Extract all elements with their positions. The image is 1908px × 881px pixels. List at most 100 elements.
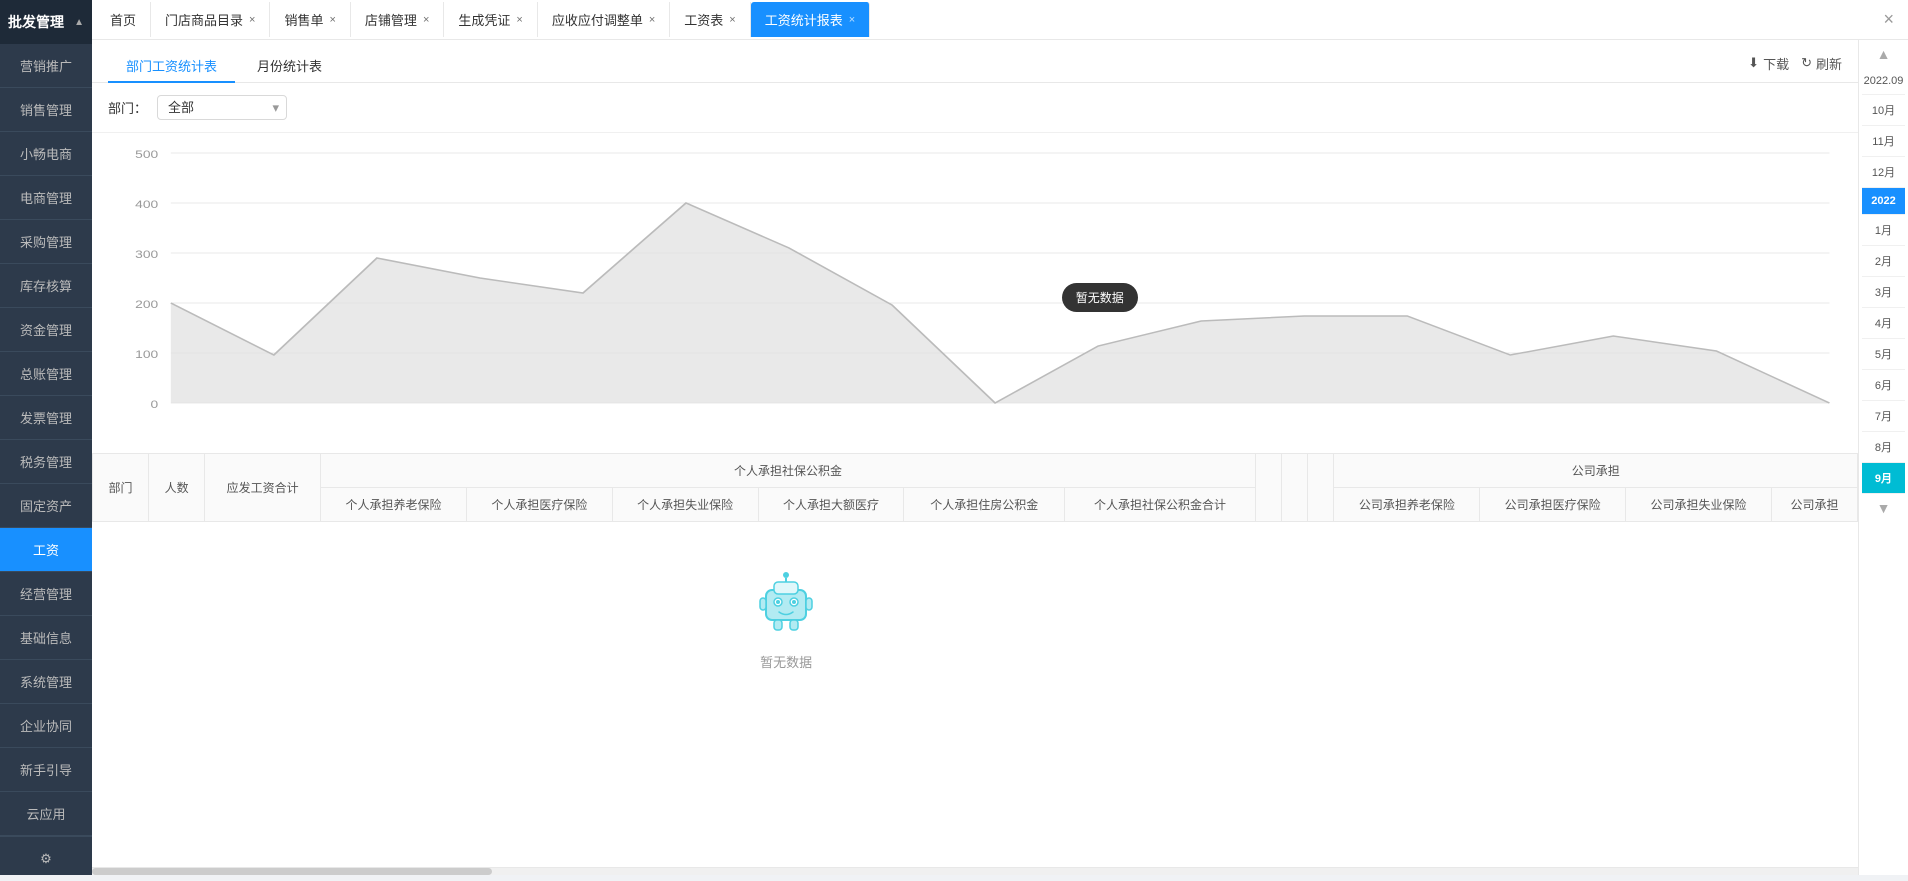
no-data-icon: [746, 562, 826, 642]
tab-生成凭证[interactable]: 生成凭证×: [444, 2, 537, 37]
timeline-item-7月[interactable]: 7月: [1862, 401, 1906, 432]
sidebar-item-小畅电商[interactable]: 小畅电商: [0, 132, 92, 176]
timeline-item-12月[interactable]: 12月: [1862, 157, 1906, 188]
tab-工资统计报表[interactable]: 工资统计报表×: [751, 2, 870, 37]
col-extra3: [1308, 454, 1334, 522]
horizontal-scrollbar[interactable]: [92, 867, 1858, 875]
sidebar-item-税务管理[interactable]: 税务管理: [0, 440, 92, 484]
col-group-personal: 个人承担社保公积金: [321, 454, 1256, 488]
tab-close-销售单[interactable]: ×: [329, 14, 335, 26]
col-dept: 部门: [93, 454, 149, 522]
sidebar-item-基础信息[interactable]: 基础信息: [0, 616, 92, 660]
sidebar-item-云应用[interactable]: 云应用: [0, 792, 92, 836]
tab-销售单[interactable]: 销售单×: [270, 2, 350, 37]
sidebar-item-系统管理[interactable]: 系统管理: [0, 660, 92, 704]
timeline-item-2月[interactable]: 2月: [1862, 246, 1906, 277]
dept-select[interactable]: 全部: [157, 95, 287, 120]
tab-店铺管理[interactable]: 店铺管理×: [351, 2, 444, 37]
svg-text:100: 100: [135, 348, 158, 360]
table-section[interactable]: 部门 人数 应发工资合计 个人承担社保公积金 公司承担 个人承担养老保险 个人承…: [92, 453, 1858, 867]
timeline-item-1月[interactable]: 1月: [1862, 215, 1906, 246]
sub-tab-部门工资统计表[interactable]: 部门工资统计表: [108, 50, 235, 83]
sidebar-item-新手引导[interactable]: 新手引导: [0, 748, 92, 792]
table-no-data-label: 暂无数据: [760, 652, 812, 671]
refresh-button[interactable]: ↻ 刷新: [1801, 54, 1842, 73]
sidebar-footer-settings[interactable]: ⚙: [0, 836, 92, 881]
refresh-label: 刷新: [1816, 54, 1842, 73]
tab-close-工资表[interactable]: ×: [729, 14, 735, 26]
sidebar-header[interactable]: 批发管理 ▲: [0, 0, 92, 44]
tab-门店商品目录[interactable]: 门店商品目录×: [151, 2, 270, 37]
page-content: 部门工资统计表月份统计表 ⬇ 下载 ↻ 刷新 部门： 全: [92, 40, 1908, 875]
timeline-down-arrow[interactable]: ▼: [1859, 494, 1908, 522]
timeline-item-9月[interactable]: 9月: [1862, 463, 1906, 494]
sidebar-item-采购管理[interactable]: 采购管理: [0, 220, 92, 264]
tab-bar: 首页门店商品目录×销售单×店铺管理×生成凭证×应收应付调整单×工资表×工资统计报…: [92, 0, 1908, 40]
col-company-pension: 公司承担养老保险: [1334, 488, 1480, 522]
chart-svg-container: 0 100 200 300 400 500 暂无数据: [108, 143, 1842, 453]
col-group-company: 公司承担: [1334, 454, 1858, 488]
svg-text:300: 300: [135, 248, 158, 260]
timeline-item-10月[interactable]: 10月: [1862, 95, 1906, 126]
sidebar-item-库存核算[interactable]: 库存核算: [0, 264, 92, 308]
timeline-item-4月[interactable]: 4月: [1862, 308, 1906, 339]
timeline-item-3月[interactable]: 3月: [1862, 277, 1906, 308]
sidebar-item-经营管理[interactable]: 经营管理: [0, 572, 92, 616]
tab-close-门店商品目录[interactable]: ×: [249, 14, 255, 26]
tab-close-工资统计报表[interactable]: ×: [849, 14, 855, 26]
col-extra1: [1255, 454, 1281, 522]
svg-text:500: 500: [135, 148, 158, 160]
svg-text:200: 200: [135, 298, 158, 310]
sidebar-item-企业协同[interactable]: 企业协同: [0, 704, 92, 748]
sidebar-item-总账管理[interactable]: 总账管理: [0, 352, 92, 396]
download-icon: ⬇: [1748, 55, 1759, 71]
timeline-item-2022.09[interactable]: 2022.09: [1862, 68, 1906, 95]
sub-tab-月份统计表[interactable]: 月份统计表: [239, 50, 340, 83]
scroll-thumb[interactable]: [92, 868, 492, 875]
table-header-row-1: 部门 人数 应发工资合计 个人承担社保公积金 公司承担: [93, 454, 1858, 488]
chart-svg: 0 100 200 300 400 500: [108, 143, 1842, 453]
main-area: 首页门店商品目录×销售单×店铺管理×生成凭证×应收应付调整单×工资表×工资统计报…: [92, 0, 1908, 875]
timeline-item-11月[interactable]: 11月: [1862, 126, 1906, 157]
timeline-items: 2022.0910月11月12月20221月2月3月4月5月6月7月8月9月: [1862, 68, 1906, 494]
timeline-item-6月[interactable]: 6月: [1862, 370, 1906, 401]
tab-close-应收应付调整单[interactable]: ×: [649, 14, 655, 26]
col-personal-housing: 个人承担住房公积金: [904, 488, 1065, 522]
sidebar-title: 批发管理: [8, 12, 64, 32]
sidebar-item-固定资产[interactable]: 固定资产: [0, 484, 92, 528]
tab-close-生成凭证[interactable]: ×: [516, 14, 522, 26]
sidebar-item-资金管理[interactable]: 资金管理: [0, 308, 92, 352]
sidebar-toggle-icon: ▲: [74, 17, 84, 28]
no-data-state: 暂无数据: [93, 522, 1480, 711]
tab-工资表[interactable]: 工资表×: [670, 2, 750, 37]
timeline-item-5月[interactable]: 5月: [1862, 339, 1906, 370]
col-personal-unemployment: 个人承担失业保险: [612, 488, 758, 522]
close-all-button[interactable]: ×: [1873, 9, 1904, 30]
dept-select-wrapper: 全部: [157, 95, 287, 120]
tab-首页[interactable]: 首页: [96, 2, 151, 37]
sidebar-item-发票管理[interactable]: 发票管理: [0, 396, 92, 440]
col-company-medical: 公司承担医疗保险: [1480, 488, 1626, 522]
timeline-item-8月[interactable]: 8月: [1862, 432, 1906, 463]
sidebar-item-电商管理[interactable]: 电商管理: [0, 176, 92, 220]
filter-dept-label: 部门：: [108, 98, 147, 117]
table-header-row-2: 个人承担养老保险 个人承担医疗保险 个人承担失业保险 个人承担大额医疗 个人承担…: [93, 488, 1858, 522]
tabs-list: 首页门店商品目录×销售单×店铺管理×生成凭证×应收应付调整单×工资表×工资统计报…: [96, 2, 1873, 37]
settings-icon: ⚙: [40, 851, 52, 866]
tab-应收应付调整单[interactable]: 应收应付调整单×: [538, 2, 670, 37]
tab-close-店铺管理[interactable]: ×: [423, 14, 429, 26]
col-total-salary: 应发工资合计: [205, 454, 321, 522]
sidebar-item-工资[interactable]: 工资: [0, 528, 92, 572]
sub-tabs-bar: 部门工资统计表月份统计表 ⬇ 下载 ↻ 刷新: [92, 40, 1858, 83]
col-personal-pension: 个人承担养老保险: [321, 488, 467, 522]
sidebar-items: 营销推广销售管理小畅电商电商管理采购管理库存核算资金管理总账管理发票管理税务管理…: [0, 44, 92, 836]
chart-area: 0 100 200 300 400 500 暂无数据: [92, 133, 1858, 453]
sidebar-item-营销推广[interactable]: 营销推广: [0, 44, 92, 88]
download-button[interactable]: ⬇ 下载: [1748, 54, 1789, 73]
download-label: 下载: [1763, 54, 1789, 73]
timeline-up-arrow[interactable]: ▲: [1859, 40, 1908, 68]
col-company-unemployment: 公司承担失业保险: [1626, 488, 1772, 522]
timeline-item-2022[interactable]: 2022: [1862, 188, 1906, 215]
col-personal-medical: 个人承担医疗保险: [466, 488, 612, 522]
sidebar-item-销售管理[interactable]: 销售管理: [0, 88, 92, 132]
